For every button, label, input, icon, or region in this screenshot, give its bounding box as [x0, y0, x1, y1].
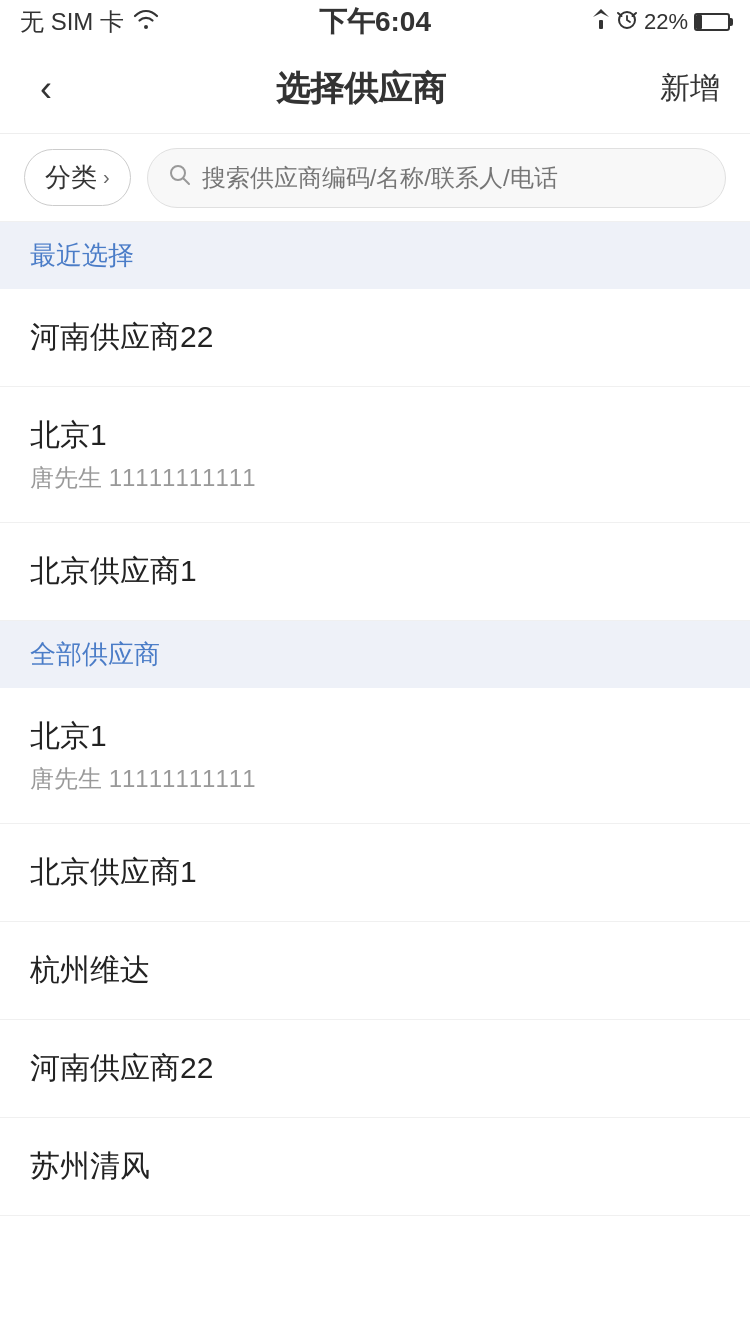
wifi-icon: [132, 8, 160, 36]
battery-icon: [694, 13, 730, 31]
item-name: 北京供应商1: [30, 551, 720, 592]
search-icon: [168, 163, 192, 193]
recent-section-header: 最近选择: [0, 222, 750, 289]
status-bar-time: 下午6:04: [319, 3, 431, 41]
recent-list: 河南供应商22 北京1 唐先生 11111111111 北京供应商1: [0, 289, 750, 621]
list-item[interactable]: 北京供应商1: [0, 824, 750, 922]
item-sub: 唐先生 11111111111: [30, 763, 720, 795]
carrier-text: 无 SIM 卡: [20, 6, 124, 38]
all-section-label: 全部供应商: [30, 639, 160, 669]
chevron-right-icon: ›: [103, 166, 110, 189]
page-title: 选择供应商: [276, 66, 446, 112]
status-bar-right: 22%: [592, 8, 730, 36]
category-label: 分类: [45, 160, 97, 195]
item-name: 北京1: [30, 415, 720, 456]
item-name: 北京供应商1: [30, 852, 720, 893]
item-name: 杭州维达: [30, 950, 720, 991]
list-item[interactable]: 北京1 唐先生 11111111111: [0, 387, 750, 523]
item-name: 河南供应商22: [30, 1048, 720, 1089]
list-item[interactable]: 杭州维达: [0, 922, 750, 1020]
all-list: 北京1 唐先生 11111111111 北京供应商1 杭州维达河南供应商22 苏州清风: [0, 688, 750, 1216]
alarm-icon: [616, 8, 638, 36]
battery-percent: 22%: [644, 9, 688, 35]
status-bar-left: 无 SIM 卡: [20, 6, 160, 38]
list-item[interactable]: 北京供应商1: [0, 523, 750, 621]
location-icon: [592, 8, 610, 36]
search-box[interactable]: [147, 148, 726, 208]
search-input[interactable]: [202, 164, 705, 192]
back-button[interactable]: ‹: [30, 58, 62, 120]
list-item[interactable]: 苏州清风: [0, 1118, 750, 1216]
recent-section-label: 最近选择: [30, 240, 134, 270]
list-item[interactable]: 河南供应商22: [0, 1020, 750, 1118]
filter-bar: 分类 ›: [0, 134, 750, 222]
item-sub: 唐先生 11111111111: [30, 462, 720, 494]
item-name: 河南供应商22: [30, 317, 720, 358]
item-name: 苏州清风: [30, 1146, 720, 1187]
all-section-header: 全部供应商: [0, 621, 750, 688]
svg-rect-0: [599, 20, 603, 29]
item-name: 北京1: [30, 716, 720, 757]
nav-bar: ‹ 选择供应商 新增: [0, 44, 750, 134]
list-item[interactable]: 北京1 唐先生 11111111111: [0, 688, 750, 824]
list-item[interactable]: 河南供应商22: [0, 289, 750, 387]
add-button[interactable]: 新增: [660, 68, 720, 109]
status-bar: 无 SIM 卡 下午6:04 22%: [0, 0, 750, 44]
category-button[interactable]: 分类 ›: [24, 149, 131, 206]
